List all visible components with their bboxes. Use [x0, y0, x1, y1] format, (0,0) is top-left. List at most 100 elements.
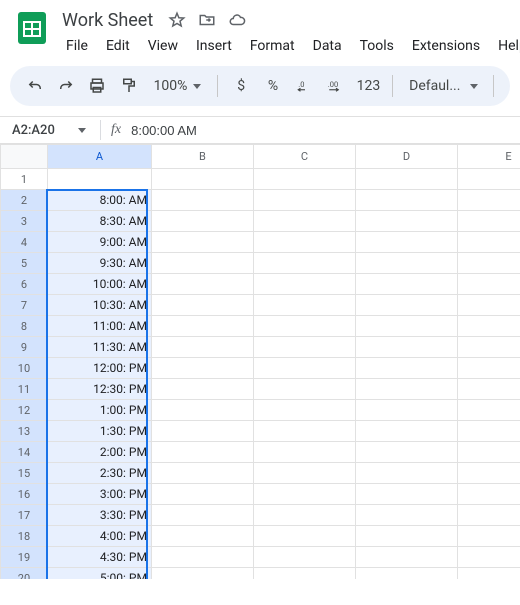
name-box[interactable]: A2:A20 [0, 123, 94, 138]
row-header[interactable]: 6 [1, 274, 48, 295]
cell[interactable] [151, 190, 253, 211]
cell[interactable] [355, 505, 457, 526]
cell[interactable] [253, 211, 355, 232]
cell[interactable] [253, 337, 355, 358]
cell[interactable] [457, 190, 520, 211]
cell[interactable] [457, 421, 520, 442]
cell[interactable]: 8:30: AM [47, 211, 151, 232]
percent-button[interactable]: % [260, 72, 286, 100]
cell[interactable] [355, 526, 457, 547]
menu-help[interactable]: Help [490, 34, 520, 58]
column-header-C[interactable]: C [253, 145, 355, 169]
cell[interactable] [151, 505, 253, 526]
cell[interactable] [253, 316, 355, 337]
row-header[interactable]: 4 [1, 232, 48, 253]
cell[interactable] [253, 442, 355, 463]
cell[interactable]: 3:30: PM [47, 505, 151, 526]
cell[interactable] [355, 190, 457, 211]
cell[interactable] [457, 169, 520, 190]
star-icon[interactable] [167, 10, 187, 30]
cell[interactable] [253, 484, 355, 505]
cell[interactable] [253, 463, 355, 484]
cell[interactable]: 3:00: PM [47, 484, 151, 505]
cell[interactable] [253, 421, 355, 442]
cell[interactable] [253, 400, 355, 421]
cell[interactable] [355, 169, 457, 190]
cell[interactable] [355, 295, 457, 316]
cell[interactable] [355, 400, 457, 421]
cell[interactable] [355, 442, 457, 463]
increase-decimal-button[interactable]: .00 [323, 72, 348, 100]
print-button[interactable] [85, 72, 110, 100]
cell[interactable] [355, 568, 457, 580]
cell[interactable] [151, 463, 253, 484]
row-header[interactable]: 5 [1, 253, 48, 274]
row-header[interactable]: 11 [1, 379, 48, 400]
cell[interactable] [151, 316, 253, 337]
cell[interactable] [457, 274, 520, 295]
select-all-corner[interactable] [1, 145, 48, 169]
menu-view[interactable]: View [140, 34, 186, 58]
cell[interactable] [457, 358, 520, 379]
column-header-B[interactable]: B [151, 145, 253, 169]
cell[interactable] [355, 316, 457, 337]
cell[interactable] [457, 295, 520, 316]
cell[interactable] [457, 211, 520, 232]
menu-insert[interactable]: Insert [188, 34, 240, 58]
cell[interactable]: 4:00: PM [47, 526, 151, 547]
font-select[interactable]: Defaul... [403, 78, 483, 94]
row-header[interactable]: 17 [1, 505, 48, 526]
cell[interactable] [457, 316, 520, 337]
cell[interactable] [457, 526, 520, 547]
move-folder-icon[interactable] [197, 10, 217, 30]
cell[interactable]: 9:00: AM [47, 232, 151, 253]
cell[interactable] [151, 421, 253, 442]
cell[interactable]: 8:00: AM [47, 190, 151, 211]
cell[interactable] [151, 253, 253, 274]
row-header[interactable]: 16 [1, 484, 48, 505]
row-header[interactable]: 20 [1, 568, 48, 580]
row-header[interactable]: 18 [1, 526, 48, 547]
cell[interactable] [151, 295, 253, 316]
cell[interactable] [151, 211, 253, 232]
cell[interactable] [253, 379, 355, 400]
cell[interactable] [151, 568, 253, 580]
row-header[interactable]: 14 [1, 442, 48, 463]
cell[interactable] [457, 400, 520, 421]
cloud-status-icon[interactable] [227, 10, 247, 30]
doc-title[interactable]: Work Sheet [58, 8, 157, 33]
cell[interactable] [151, 526, 253, 547]
cell[interactable] [253, 568, 355, 580]
cell[interactable] [355, 358, 457, 379]
paint-format-button[interactable] [116, 72, 141, 100]
row-header[interactable]: 10 [1, 358, 48, 379]
cell[interactable] [457, 568, 520, 580]
cell[interactable] [47, 169, 151, 190]
cell[interactable]: 10:30: AM [47, 295, 151, 316]
number-format-button[interactable]: 123 [355, 72, 383, 100]
cell[interactable] [457, 463, 520, 484]
cell[interactable]: 5:00: PM [47, 568, 151, 580]
cell[interactable] [151, 400, 253, 421]
cell[interactable] [355, 211, 457, 232]
cell[interactable] [253, 505, 355, 526]
cell[interactable]: 2:00: PM [47, 442, 151, 463]
cell[interactable] [151, 337, 253, 358]
cell[interactable] [457, 253, 520, 274]
menu-data[interactable]: Data [305, 34, 350, 58]
row-header[interactable]: 19 [1, 547, 48, 568]
cell[interactable] [457, 337, 520, 358]
menu-tools[interactable]: Tools [352, 34, 402, 58]
menu-extensions[interactable]: Extensions [404, 34, 488, 58]
column-header-A[interactable]: A [47, 145, 151, 169]
cell[interactable] [151, 379, 253, 400]
currency-button[interactable]: $ [228, 72, 254, 100]
cell[interactable] [355, 379, 457, 400]
zoom-select[interactable]: 100% [148, 78, 208, 94]
cell[interactable] [253, 169, 355, 190]
cell[interactable] [457, 484, 520, 505]
row-header[interactable]: 7 [1, 295, 48, 316]
spreadsheet-grid[interactable]: A B C D E 128:00: AM38:30: AM49:00: AM59… [0, 144, 520, 579]
cell[interactable] [253, 253, 355, 274]
cell[interactable] [355, 232, 457, 253]
